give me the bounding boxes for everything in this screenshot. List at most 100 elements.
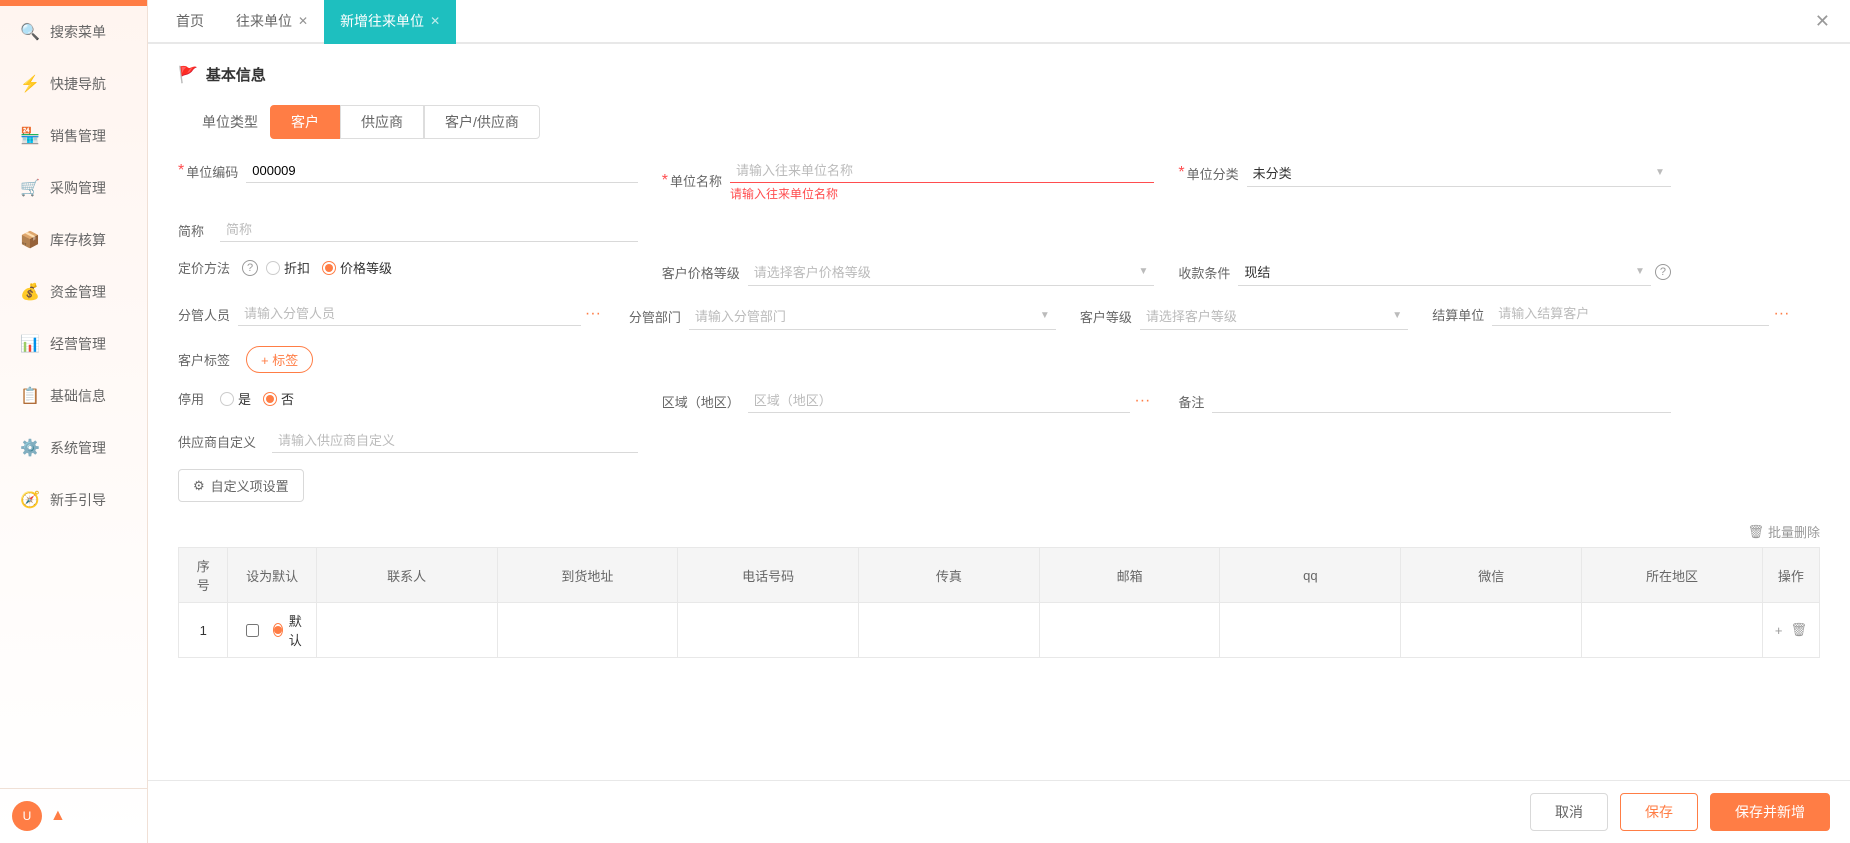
purchase-icon: 🛒 — [20, 178, 40, 198]
cell-fax[interactable] — [858, 603, 1039, 658]
required-star: * — [178, 162, 184, 180]
section-title: 基本信息 — [206, 64, 266, 85]
row-action-buttons: + 🗑 — [1775, 622, 1807, 638]
sidebar-item-quick-nav[interactable]: ⚡ 快捷导航 — [4, 60, 143, 108]
dept-select[interactable]: 请输入分管部门 ▼ — [689, 302, 1056, 330]
customer-level-select[interactable]: 请选择客户等级 ▼ — [1140, 302, 1408, 330]
batch-delete-button[interactable]: 🗑 批量删除 — [1747, 522, 1820, 541]
sidebar-item-sales[interactable]: 🏪 销售管理 — [4, 112, 143, 160]
form-area: 🚩 基本信息 单位类型 客户 供应商 客户/供应商 * 单位编码 * 单位名称 — [148, 44, 1850, 780]
region-more-icon[interactable]: ··· — [1130, 392, 1154, 410]
unit-name-error: 请输入往来单位名称 — [730, 185, 1154, 202]
pricing-price-level-label: 价格等级 — [340, 258, 392, 277]
sidebar-item-guide[interactable]: 🧭 新手引导 — [4, 476, 143, 524]
pricing-method-field: 定价方法 ? 折扣 价格等级 — [178, 258, 638, 277]
save-and-add-button[interactable]: 保存并新增 — [1710, 793, 1830, 831]
sidebar-item-purchase[interactable]: 🛒 采购管理 — [4, 164, 143, 212]
table-row: 1 默认 — [179, 603, 1820, 658]
sidebar-item-finance[interactable]: 💰 资金管理 — [4, 268, 143, 316]
sidebar-item-base-info[interactable]: 📋 基础信息 — [4, 372, 143, 420]
disabled-radio-yes[interactable]: 是 — [220, 389, 251, 408]
payment-terms-help-icon[interactable]: ? — [1655, 264, 1671, 280]
cell-wechat[interactable] — [1401, 603, 1582, 658]
close-tab-counterpart-icon[interactable]: ✕ — [298, 14, 308, 28]
close-all-tabs-button[interactable]: ✕ — [1807, 11, 1838, 32]
type-btn-both[interactable]: 客户/供应商 — [424, 105, 540, 139]
radio-inner-no — [266, 395, 274, 403]
region-input[interactable] — [748, 389, 1131, 413]
supplier-custom-field: 供应商自定义 — [178, 429, 638, 453]
supplier-custom-input[interactable] — [272, 429, 638, 453]
customer-price-level-select[interactable]: 请选择客户价格等级 ▼ — [748, 258, 1155, 286]
add-tag-button[interactable]: + 标签 — [246, 346, 313, 373]
phone-input[interactable] — [690, 623, 846, 638]
unit-code-input[interactable] — [246, 159, 638, 183]
tab-home[interactable]: 首页 — [160, 0, 220, 44]
sidebar-item-inventory[interactable]: 📦 库存核算 — [4, 216, 143, 264]
sidebar-item-system[interactable]: ⚙️ 系统管理 — [4, 424, 143, 472]
disabled-no-label: 否 — [281, 389, 294, 408]
radio-outer-no — [263, 392, 277, 406]
manager-input[interactable] — [238, 302, 581, 326]
cell-qq[interactable] — [1220, 603, 1401, 658]
radio-outer-default — [273, 623, 283, 637]
type-btn-supplier[interactable]: 供应商 — [340, 105, 424, 139]
address-input[interactable] — [510, 623, 666, 638]
save-button[interactable]: 保存 — [1620, 793, 1698, 831]
contact-input[interactable] — [329, 623, 485, 638]
flag-icon: 🚩 — [178, 65, 198, 85]
short-name-input[interactable] — [220, 218, 638, 242]
payment-terms-field: 收款条件 现结 ▼ ? — [1178, 258, 1671, 286]
sidebar-item-search[interactable]: 🔍 搜索菜单 — [4, 8, 143, 56]
pricing-help-icon[interactable]: ? — [242, 260, 258, 276]
delete-row-icon[interactable]: 🗑 — [1790, 622, 1807, 638]
email-input[interactable] — [1052, 623, 1208, 638]
col-wechat: 微信 — [1401, 548, 1582, 603]
unit-name-input[interactable] — [730, 159, 1154, 183]
cell-phone[interactable] — [678, 603, 859, 658]
unit-category-select[interactable]: 未分类 ▼ — [1247, 159, 1671, 187]
remark-input[interactable] — [1212, 389, 1671, 413]
cancel-button[interactable]: 取消 — [1530, 793, 1608, 831]
pricing-radio-price-level[interactable]: 价格等级 — [322, 258, 392, 277]
manager-label: 分管人员 — [178, 305, 230, 324]
default-radio[interactable]: 默认 — [273, 611, 304, 649]
pricing-radio-discount[interactable]: 折扣 — [266, 258, 310, 277]
sidebar-item-operations[interactable]: 📊 经营管理 — [4, 320, 143, 368]
region-table-input[interactable] — [1594, 623, 1750, 638]
close-tab-new-counterpart-icon[interactable]: ✕ — [430, 14, 440, 28]
form-row-supplier-custom: 供应商自定义 — [178, 429, 1820, 453]
settlement-unit-input[interactable] — [1492, 302, 1769, 326]
sidebar-item-label: 系统管理 — [50, 438, 106, 458]
manager-field: 分管人员 ··· — [178, 302, 605, 326]
manager-more-icon[interactable]: ··· — [581, 305, 605, 323]
cell-email[interactable] — [1039, 603, 1220, 658]
custom-settings-button[interactable]: ⚙ 自定义项设置 — [178, 469, 304, 502]
inventory-icon: 📦 — [20, 230, 40, 250]
cell-contact[interactable] — [316, 603, 497, 658]
cell-region[interactable] — [1582, 603, 1763, 658]
radio-outer-yes — [220, 392, 234, 406]
qq-input[interactable] — [1232, 623, 1388, 638]
add-row-icon[interactable]: + — [1775, 623, 1783, 638]
table-actions: 🗑 批量删除 — [178, 522, 1820, 541]
type-btn-customer[interactable]: 客户 — [270, 105, 340, 139]
short-name-field: 简称 — [178, 218, 638, 242]
payment-terms-select[interactable]: 现结 ▼ — [1238, 258, 1651, 286]
payment-terms-label: 收款条件 — [1178, 263, 1230, 282]
customer-level-field: 客户等级 请选择客户等级 ▼ — [1080, 302, 1408, 330]
cell-default[interactable]: 默认 — [228, 603, 316, 658]
unit-name-field: * 单位名称 请输入往来单位名称 — [662, 159, 1155, 202]
settlement-unit-field: 结算单位 ··· — [1432, 302, 1793, 326]
settlement-unit-more-icon[interactable]: ··· — [1769, 305, 1793, 323]
unit-type-row: 单位类型 客户 供应商 客户/供应商 — [178, 105, 1820, 139]
fax-input[interactable] — [871, 623, 1027, 638]
disabled-radio-no[interactable]: 否 — [263, 389, 294, 408]
row-checkbox[interactable] — [240, 624, 264, 637]
tab-counterpart[interactable]: 往来单位 ✕ — [220, 0, 324, 44]
wechat-input[interactable] — [1413, 623, 1569, 638]
radio-outer-price-level — [322, 261, 336, 275]
guide-icon: 🧭 — [20, 490, 40, 510]
cell-address[interactable] — [497, 603, 678, 658]
tab-new-counterpart[interactable]: 新增往来单位 ✕ — [324, 0, 456, 44]
